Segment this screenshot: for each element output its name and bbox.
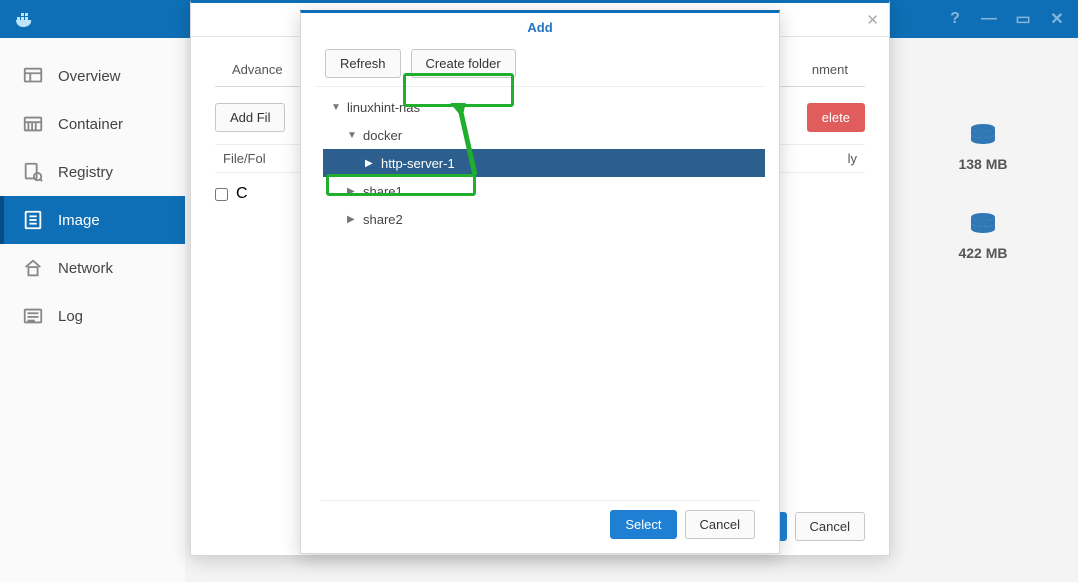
expand-arrow-right-icon: ▶ [365,158,375,169]
divider [321,500,759,501]
dialog-title: Add [301,13,779,41]
expand-arrow-down-icon: ▼ [331,102,341,113]
image-size-item: 138 MB [958,123,1007,172]
cancel-button[interactable]: Cancel [685,510,755,539]
container-icon [22,113,44,135]
overview-icon [22,65,44,87]
registry-icon [22,161,44,183]
refresh-button[interactable]: Refresh [325,49,401,78]
sidebar-item-label: Log [58,308,83,325]
column-file-folder: File/Fol [223,151,266,166]
tree-node-label: http-server-1 [381,156,455,171]
maximize-button[interactable]: ▭ [1006,2,1040,36]
network-icon [22,257,44,279]
delete-button[interactable]: elete [807,103,865,132]
sidebar-item-network[interactable]: Network [0,244,185,292]
cancel-button[interactable]: Cancel [795,512,865,541]
app-logo-docker-icon [14,7,38,31]
tree-node-root[interactable]: ▼ linuxhint-nas [323,93,765,121]
sidebar-item-registry[interactable]: Registry [0,148,185,196]
image-size-label: 422 MB [958,245,1007,261]
window-controls: ? — ▭ ✕ [938,2,1074,36]
option-checkbox[interactable] [215,188,228,201]
tree-node-label: share2 [363,212,403,227]
expand-arrow-down-icon: ▼ [347,130,357,141]
folder-tree: ▼ linuxhint-nas ▼ docker ▶ http-server-1… [315,86,765,239]
tree-node-share1[interactable]: ▶ share1 [323,177,765,205]
close-button[interactable]: ✕ [1040,2,1074,36]
sidebar-item-label: Overview [58,68,121,85]
dialog-title-text: Add [527,20,552,35]
sidebar-item-label: Container [58,116,123,133]
add-folder-dialog: Add Refresh Create folder ▼ linuxhint-na… [300,10,780,554]
sidebar-item-overview[interactable]: Overview [0,52,185,100]
minimize-button[interactable]: — [972,2,1006,36]
select-button[interactable]: Select [610,510,676,539]
log-icon [22,305,44,327]
sidebar-item-label: Network [58,260,113,277]
disk-stack-icon [968,123,998,150]
create-folder-button[interactable]: Create folder [411,49,516,78]
sidebar: Overview Container Registry Image Networ… [0,38,185,582]
sidebar-item-log[interactable]: Log [0,292,185,340]
tree-node-share2[interactable]: ▶ share2 [323,205,765,233]
tree-node-label: share1 [363,184,403,199]
sidebar-item-label: Image [58,212,100,229]
image-size-label: 138 MB [958,156,1007,172]
add-file-button[interactable]: Add Fil [215,103,285,132]
tab-advanced[interactable]: Advance [215,53,300,86]
expand-arrow-right-icon: ▶ [347,186,357,197]
help-button[interactable]: ? [938,2,972,36]
tab-environment[interactable]: nment [795,53,865,86]
tree-node-label: linuxhint-nas [347,100,420,115]
sidebar-item-label: Registry [58,164,113,181]
checkbox-label: C [236,185,248,203]
image-icon [22,209,44,231]
tree-node-docker[interactable]: ▼ docker [323,121,765,149]
image-size-column: 138 MB 422 MB [923,123,1043,261]
close-icon[interactable]: ✕ [866,11,879,29]
sidebar-item-container[interactable]: Container [0,100,185,148]
tree-node-http-server-1[interactable]: ▶ http-server-1 [323,149,765,177]
expand-arrow-right-icon: ▶ [347,214,357,225]
sidebar-item-image[interactable]: Image [0,196,185,244]
column-apply: ly [848,151,857,166]
tree-node-label: docker [363,128,402,143]
disk-stack-icon [968,212,998,239]
image-size-item: 422 MB [958,212,1007,261]
